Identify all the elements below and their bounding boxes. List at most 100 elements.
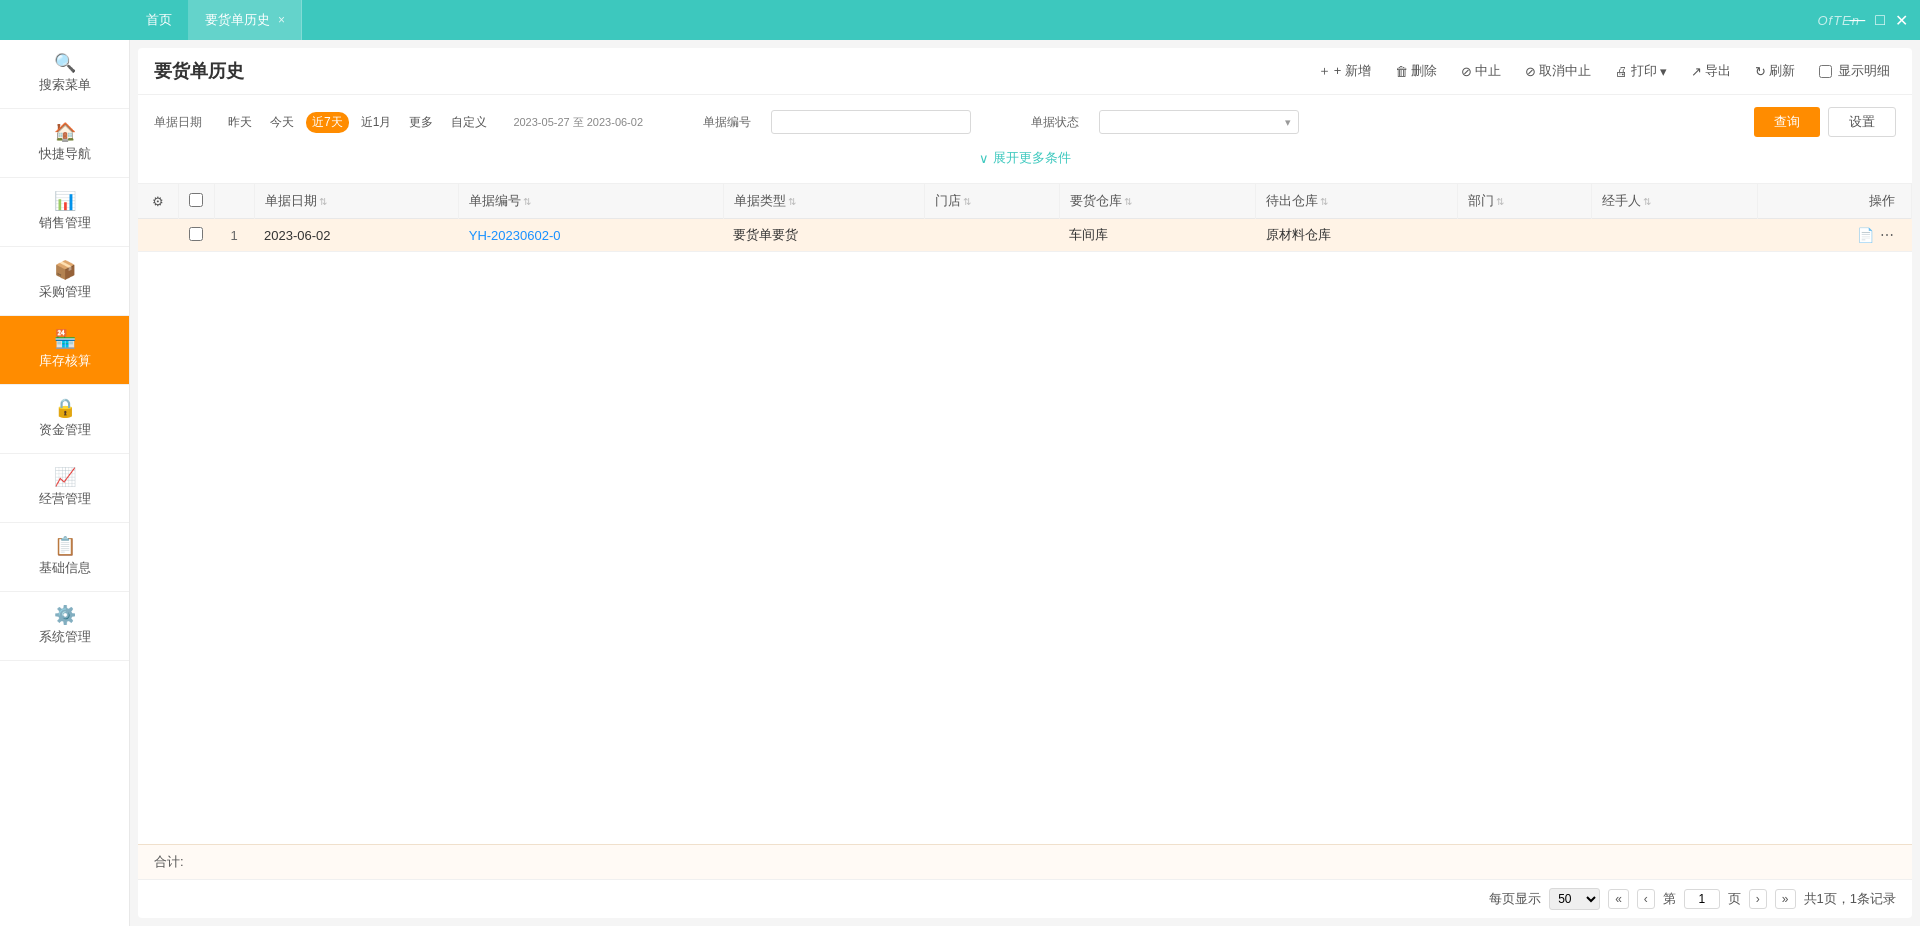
date-range-display: 2023-05-27 至 2023-06-02 xyxy=(513,115,643,130)
refresh-icon: ↻ xyxy=(1755,64,1766,79)
doc-status-label: 单据状态 xyxy=(1031,114,1079,131)
th-doc-no[interactable]: 单据编号⇅ xyxy=(459,184,724,219)
table-body: 1 2023-06-02 YH-20230602-0 要货单要货 车间库 原材料… xyxy=(138,219,1912,252)
th-settings[interactable]: ⚙ xyxy=(138,184,178,219)
sidebar-item-operations-mgmt-label: 经营管理 xyxy=(39,490,91,508)
table-container: ⚙ 单据日期⇅ 单据编号⇅ 单据类型⇅ 门店⇅ 要货仓库⇅ 待出仓库⇅ 部门⇅ … xyxy=(138,184,1912,844)
sidebar-item-quick-nav-label: 快捷导航 xyxy=(39,145,91,163)
page-size-select[interactable]: 50 10 20 100 xyxy=(1549,888,1600,910)
date-btn-today[interactable]: 今天 xyxy=(264,112,300,133)
th-doc-type[interactable]: 单据类型⇅ xyxy=(723,184,924,219)
finance-mgmt-icon: 🔒 xyxy=(54,399,76,417)
sidebar-item-sales-mgmt[interactable]: 📊 销售管理 xyxy=(0,178,129,247)
th-req-warehouse[interactable]: 要货仓库⇅ xyxy=(1059,184,1255,219)
cancel-stop-button[interactable]: ⊘ 取消中止 xyxy=(1519,58,1597,84)
sidebar-item-system-mgmt[interactable]: ⚙️ 系统管理 xyxy=(0,592,129,661)
page-number-input[interactable] xyxy=(1684,889,1720,909)
table-row: 1 2023-06-02 YH-20230602-0 要货单要货 车间库 原材料… xyxy=(138,219,1912,252)
next-page-button[interactable]: › xyxy=(1749,889,1767,909)
print-button[interactable]: 🖨 打印 ▾ xyxy=(1609,58,1673,84)
prev-page-button[interactable]: ‹ xyxy=(1637,889,1655,909)
date-filters: 昨天 今天 近7天 近1月 更多 自定义 xyxy=(222,112,493,133)
table-header-row: ⚙ 单据日期⇅ 单据编号⇅ 单据类型⇅ 门店⇅ 要货仓库⇅ 待出仓库⇅ 部门⇅ … xyxy=(138,184,1912,219)
refresh-button[interactable]: ↻ 刷新 xyxy=(1749,58,1801,84)
td-settings xyxy=(138,219,178,252)
settings-button[interactable]: 设置 xyxy=(1828,107,1896,137)
display-detail-label: 显示明细 xyxy=(1838,62,1890,80)
doc-no-link-0[interactable]: YH-20230602-0 xyxy=(469,228,561,243)
td-checkbox xyxy=(178,219,214,252)
minimize-icon[interactable]: — xyxy=(1849,11,1865,29)
td-req-warehouse: 车间库 xyxy=(1059,219,1255,252)
basic-info-icon: 📋 xyxy=(54,537,76,555)
tab-requisition-history[interactable]: 要货单历史 × xyxy=(189,0,302,40)
date-btn-custom[interactable]: 自定义 xyxy=(445,112,493,133)
sidebar-item-quick-nav[interactable]: 🏠 快捷导航 xyxy=(0,109,129,178)
maximize-icon[interactable]: □ xyxy=(1875,11,1885,29)
export-button[interactable]: ↗ 导出 xyxy=(1685,58,1737,84)
delete-button[interactable]: 🗑 删除 xyxy=(1389,58,1443,84)
page-input-label: 第 xyxy=(1663,890,1676,908)
op-more-icon-0[interactable]: ⋯ xyxy=(1880,227,1894,243)
stop-button[interactable]: ⊘ 中止 xyxy=(1455,58,1507,84)
th-store[interactable]: 门店⇅ xyxy=(924,184,1059,219)
tab-close-icon[interactable]: × xyxy=(278,13,285,27)
th-handler[interactable]: 经手人⇅ xyxy=(1592,184,1758,219)
td-operation: 📄 ⋯ xyxy=(1758,219,1912,252)
display-detail-button[interactable]: 显示明细 xyxy=(1813,58,1896,84)
new-icon: ＋ xyxy=(1318,62,1331,80)
window-close-icon[interactable]: ✕ xyxy=(1895,11,1908,30)
sidebar-item-system-mgmt-label: 系统管理 xyxy=(39,628,91,646)
op-view-icon-0[interactable]: 📄 xyxy=(1857,227,1874,243)
expand-more-label: 展开更多条件 xyxy=(993,149,1071,167)
delete-icon: 🗑 xyxy=(1395,64,1408,79)
doc-no-input[interactable] xyxy=(771,110,971,134)
system-mgmt-icon: ⚙️ xyxy=(54,606,76,624)
th-doc-date[interactable]: 单据日期⇅ xyxy=(254,184,459,219)
top-bar: 首页 要货单历史 × OfTEn — □ ✕ xyxy=(0,0,1920,40)
sidebar-item-finance-mgmt[interactable]: 🔒 资金管理 xyxy=(0,385,129,454)
sidebar-item-purchase-mgmt-label: 采购管理 xyxy=(39,283,91,301)
td-row-num: 1 xyxy=(214,219,254,252)
row-checkbox-0[interactable] xyxy=(189,227,203,241)
last-page-button[interactable]: » xyxy=(1775,889,1796,909)
filter-actions: 查询 设置 xyxy=(1754,107,1896,137)
print-icon: 🖨 xyxy=(1615,64,1628,79)
date-btn-yesterday[interactable]: 昨天 xyxy=(222,112,258,133)
cancel-stop-icon: ⊘ xyxy=(1525,64,1536,79)
content-area: 要货单历史 ＋ + 新增 🗑 删除 ⊘ 中止 ⊘ 取消中止 xyxy=(138,48,1912,918)
doc-no-label: 单据编号 xyxy=(703,114,751,131)
select-all-checkbox[interactable] xyxy=(189,193,203,207)
th-pending-warehouse[interactable]: 待出仓库⇅ xyxy=(1256,184,1457,219)
refresh-label: 刷新 xyxy=(1769,62,1795,80)
export-label: 导出 xyxy=(1705,62,1731,80)
td-handler xyxy=(1592,219,1758,252)
table-footer-summary: 合计: xyxy=(138,844,1912,879)
expand-more-button[interactable]: ∨ 展开更多条件 xyxy=(154,145,1896,171)
tab-home[interactable]: 首页 xyxy=(130,0,189,40)
cancel-stop-label: 取消中止 xyxy=(1539,62,1591,80)
date-filter-label: 单据日期 xyxy=(154,114,202,131)
sidebar-item-basic-info[interactable]: 📋 基础信息 xyxy=(0,523,129,592)
sidebar-item-purchase-mgmt[interactable]: 📦 采购管理 xyxy=(0,247,129,316)
stop-icon: ⊘ xyxy=(1461,64,1472,79)
display-detail-checkbox[interactable] xyxy=(1819,65,1832,78)
new-button[interactable]: ＋ + 新增 xyxy=(1312,58,1377,84)
page-header: 要货单历史 ＋ + 新增 🗑 删除 ⊘ 中止 ⊘ 取消中止 xyxy=(138,48,1912,95)
th-department[interactable]: 部门⇅ xyxy=(1457,184,1592,219)
date-btn-more[interactable]: 更多 xyxy=(403,112,439,133)
toolbar: ＋ + 新增 🗑 删除 ⊘ 中止 ⊘ 取消中止 🖨 打印 xyxy=(1312,58,1896,84)
summary-label: 合计: xyxy=(154,854,184,869)
operations-mgmt-icon: 📈 xyxy=(54,468,76,486)
sidebar-item-basic-info-label: 基础信息 xyxy=(39,559,91,577)
sidebar-item-inventory-accounting[interactable]: 🏪 库存核算 xyxy=(0,316,129,385)
first-page-button[interactable]: « xyxy=(1608,889,1629,909)
date-btn-7days[interactable]: 近7天 xyxy=(306,112,349,133)
td-doc-date: 2023-06-02 xyxy=(254,219,459,252)
page-title: 要货单历史 xyxy=(154,59,244,83)
sidebar-item-operations-mgmt[interactable]: 📈 经营管理 xyxy=(0,454,129,523)
query-button[interactable]: 查询 xyxy=(1754,107,1820,137)
doc-status-select[interactable] xyxy=(1099,110,1299,134)
date-btn-1month[interactable]: 近1月 xyxy=(355,112,398,133)
sidebar-item-search-menu[interactable]: 🔍 搜索菜单 xyxy=(0,40,129,109)
